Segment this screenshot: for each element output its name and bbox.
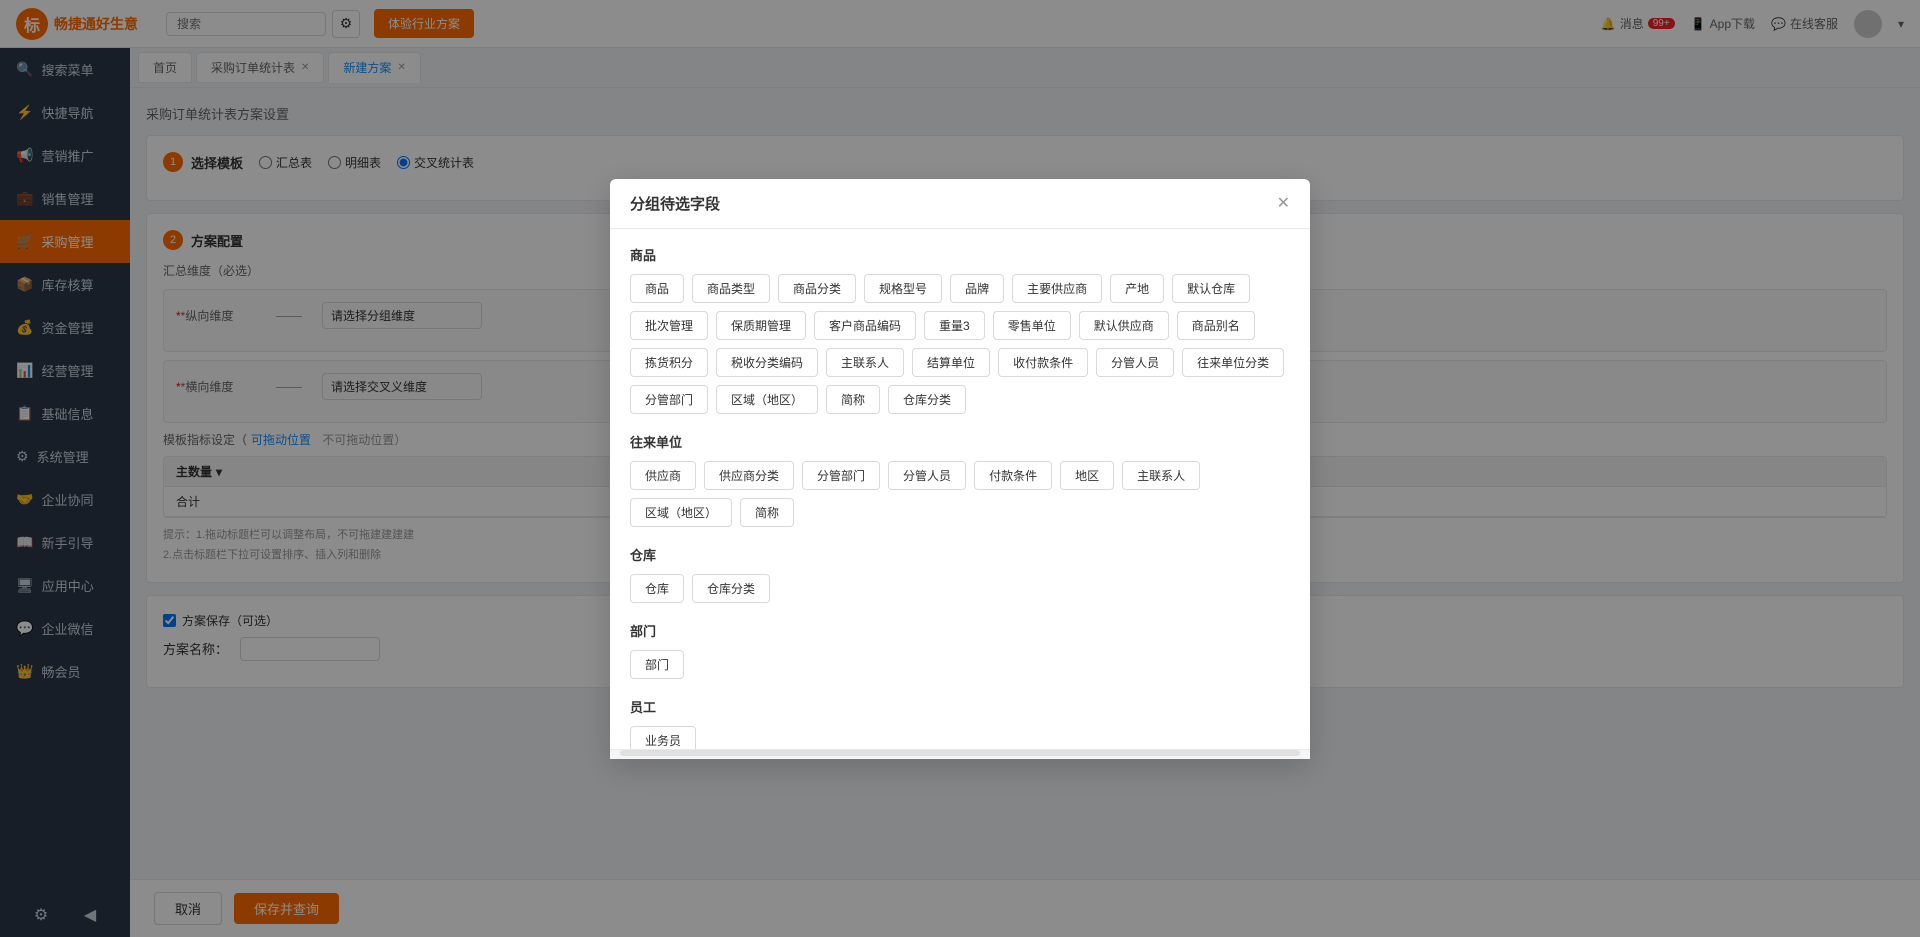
field-tag-0-12[interactable]: 零售单位 [993, 311, 1071, 340]
field-tag-0-5[interactable]: 主要供应商 [1012, 274, 1102, 303]
field-group-4: 员工业务员 [630, 697, 1290, 749]
field-tag-0-2[interactable]: 商品分类 [778, 274, 856, 303]
modal-close-button[interactable]: ✕ [1277, 193, 1290, 213]
field-tag-3-0[interactable]: 部门 [630, 650, 684, 679]
field-tag-1-7[interactable]: 区域（地区） [630, 498, 732, 527]
field-tag-0-0[interactable]: 商品 [630, 274, 684, 303]
field-group-title-2: 仓库 [630, 545, 1290, 564]
field-tag-0-23[interactable]: 区域（地区） [716, 385, 818, 414]
field-group-2: 仓库仓库仓库分类 [630, 545, 1290, 603]
field-group-title-4: 员工 [630, 697, 1290, 716]
field-tag-0-16[interactable]: 税收分类编码 [716, 348, 818, 377]
field-tag-0-11[interactable]: 重量3 [924, 311, 985, 340]
field-tag-0-3[interactable]: 规格型号 [864, 274, 942, 303]
field-group-title-3: 部门 [630, 621, 1290, 640]
field-tags-0: 商品商品类型商品分类规格型号品牌主要供应商产地默认仓库批次管理保质期管理客户商品… [630, 274, 1290, 414]
field-group-0: 商品商品商品类型商品分类规格型号品牌主要供应商产地默认仓库批次管理保质期管理客户… [630, 245, 1290, 414]
field-tag-0-21[interactable]: 往来单位分类 [1182, 348, 1284, 377]
field-tag-0-6[interactable]: 产地 [1110, 274, 1164, 303]
field-tags-3: 部门 [630, 650, 1290, 679]
modal-horizontal-scrollbar[interactable] [610, 749, 1310, 759]
modal-overlay: 分组待选字段 ✕ 商品商品商品类型商品分类规格型号品牌主要供应商产地默认仓库批次… [0, 0, 1920, 937]
field-tag-0-20[interactable]: 分管人员 [1096, 348, 1174, 377]
field-tags-1: 供应商供应商分类分管部门分管人员付款条件地区主联系人区域（地区） 简称 [630, 461, 1290, 527]
field-group-1: 往来单位供应商供应商分类分管部门分管人员付款条件地区主联系人区域（地区） 简称 [630, 432, 1290, 527]
field-tag-0-24[interactable]: 简称 [826, 385, 880, 414]
field-tag-2-1[interactable]: 仓库分类 [692, 574, 770, 603]
field-group-title-1: 往来单位 [630, 432, 1290, 451]
field-tag-0-22[interactable]: 分管部门 [630, 385, 708, 414]
field-tag-0-19[interactable]: 收付款条件 [998, 348, 1088, 377]
field-tag-1-4[interactable]: 付款条件 [974, 461, 1052, 490]
field-tag-0-10[interactable]: 客户商品编码 [814, 311, 916, 340]
field-tag-2-0[interactable]: 仓库 [630, 574, 684, 603]
field-tags-2: 仓库仓库分类 [630, 574, 1290, 603]
field-tag-1-5[interactable]: 地区 [1060, 461, 1114, 490]
field-tag-1-8[interactable]: 简称 [740, 498, 794, 527]
field-tag-1-0[interactable]: 供应商 [630, 461, 696, 490]
modal-header: 分组待选字段 ✕ [610, 179, 1310, 229]
field-tag-0-14[interactable]: 商品别名 [1177, 311, 1255, 340]
field-tag-0-13[interactable]: 默认供应商 [1079, 311, 1169, 340]
modal-title: 分组待选字段 [630, 193, 720, 214]
scrollbar-thumb [620, 750, 1300, 756]
field-group-title-0: 商品 [630, 245, 1290, 264]
field-tag-0-1[interactable]: 商品类型 [692, 274, 770, 303]
field-tags-4: 业务员 [630, 726, 1290, 749]
field-select-modal: 分组待选字段 ✕ 商品商品商品类型商品分类规格型号品牌主要供应商产地默认仓库批次… [610, 179, 1310, 759]
field-tag-1-3[interactable]: 分管人员 [888, 461, 966, 490]
field-tag-0-15[interactable]: 拣货积分 [630, 348, 708, 377]
field-tag-1-1[interactable]: 供应商分类 [704, 461, 794, 490]
field-tag-0-9[interactable]: 保质期管理 [716, 311, 806, 340]
field-tag-0-7[interactable]: 默认仓库 [1172, 274, 1250, 303]
field-tag-1-6[interactable]: 主联系人 [1122, 461, 1200, 490]
modal-body: 商品商品商品类型商品分类规格型号品牌主要供应商产地默认仓库批次管理保质期管理客户… [610, 229, 1310, 749]
field-tag-4-0[interactable]: 业务员 [630, 726, 696, 749]
field-group-3: 部门部门 [630, 621, 1290, 679]
field-tag-0-4[interactable]: 品牌 [950, 274, 1004, 303]
field-tag-1-2[interactable]: 分管部门 [802, 461, 880, 490]
field-tag-0-17[interactable]: 主联系人 [826, 348, 904, 377]
field-tag-0-25[interactable]: 仓库分类 [888, 385, 966, 414]
field-tag-0-18[interactable]: 结算单位 [912, 348, 990, 377]
field-tag-0-8[interactable]: 批次管理 [630, 311, 708, 340]
